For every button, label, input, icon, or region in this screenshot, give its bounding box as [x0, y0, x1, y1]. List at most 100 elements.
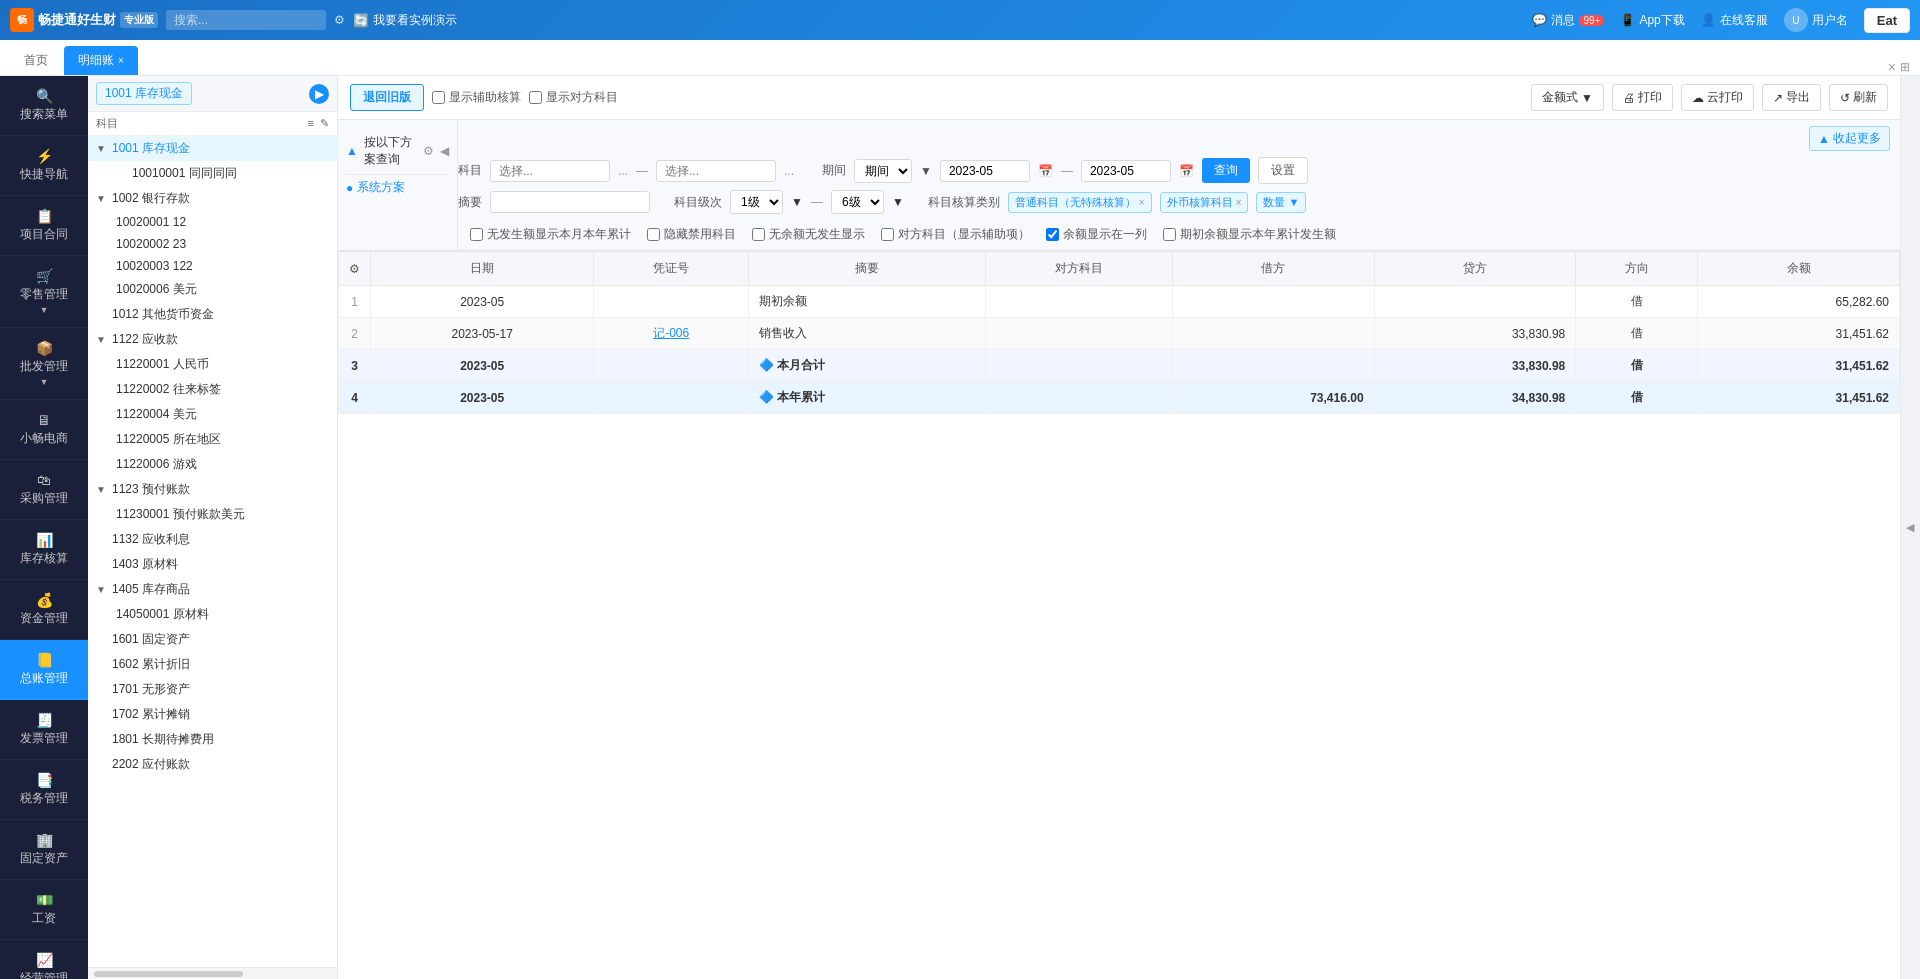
- initial-balance-checkbox-label[interactable]: 期初余额显示本年累计发生额: [1163, 226, 1336, 243]
- no-occur-checkbox[interactable]: [470, 228, 483, 241]
- sidebar-item-ecommerce[interactable]: 🖥 小畅电商: [0, 400, 88, 460]
- tree-node-11220001[interactable]: 11220001 人民币: [88, 352, 337, 377]
- tree-node-1405[interactable]: ▼ 1405 库存商品: [88, 577, 337, 602]
- sidebar-item-project[interactable]: 📋 项目合同: [0, 196, 88, 256]
- eat-button[interactable]: Eat: [1864, 8, 1910, 33]
- settings-icon[interactable]: ⚙: [334, 13, 345, 27]
- no-balance-checkbox[interactable]: [752, 228, 765, 241]
- top-search-input[interactable]: [166, 10, 326, 30]
- set-btn[interactable]: 设置: [1258, 157, 1308, 184]
- message-btn[interactable]: 💬 消息 99+: [1532, 12, 1604, 29]
- col-gear[interactable]: ⚙: [339, 252, 371, 286]
- tab-close-icon[interactable]: ×: [118, 55, 124, 66]
- print-btn[interactable]: 🖨 打印: [1612, 84, 1673, 111]
- tree-node-1012[interactable]: 1012 其他货币资金: [88, 302, 337, 327]
- window-expand-btn[interactable]: ⊞: [1900, 60, 1910, 74]
- foreign-tag-close-icon[interactable]: ×: [1236, 197, 1242, 208]
- tree-node-14050001[interactable]: 14050001 原材料: [88, 602, 337, 627]
- tree-node-10020002[interactable]: 10020002 23: [88, 233, 337, 255]
- sidebar-item-search[interactable]: 🔍 搜索菜单: [0, 76, 88, 136]
- tab-home[interactable]: 首页: [10, 46, 62, 75]
- sidebar-item-purchase[interactable]: 🛍 采购管理: [0, 460, 88, 520]
- sidebar-item-quick-nav[interactable]: ⚡ 快捷导航: [0, 136, 88, 196]
- tree-node-10020001[interactable]: 10020001 12: [88, 211, 337, 233]
- currency-btn[interactable]: 金额式 ▼: [1531, 84, 1604, 111]
- foreign-tag[interactable]: 外币核算科目 ×: [1160, 192, 1249, 213]
- tree-node-1403[interactable]: 1403 原材料: [88, 552, 337, 577]
- tree-node-1702[interactable]: 1702 累计摊销: [88, 702, 337, 727]
- tree-list-icon[interactable]: ≡: [308, 117, 314, 130]
- calendar-end-icon[interactable]: 📅: [1179, 164, 1194, 178]
- filter-left-arrow[interactable]: ◀: [440, 144, 449, 158]
- no-balance-checkbox-label[interactable]: 无余额无发生显示: [752, 226, 865, 243]
- sidebar-item-wholesale[interactable]: 📦 批发管理 ▼: [0, 328, 88, 400]
- tab-ledger[interactable]: 明细账 ×: [64, 46, 138, 75]
- tree-node-11220002[interactable]: 11220002 往来标签: [88, 377, 337, 402]
- sidebar-item-finance[interactable]: 💰 资金管理: [0, 580, 88, 640]
- tree-node-1123[interactable]: ▼ 1123 预付账款: [88, 477, 337, 502]
- demo-link[interactable]: 🔄 我要看实例演示: [353, 12, 457, 29]
- tree-node-10020003[interactable]: 10020003 122: [88, 255, 337, 277]
- subject-filter-input2[interactable]: [656, 160, 776, 182]
- app-download-btn[interactable]: 📱 App下载: [1620, 12, 1684, 29]
- sidebar-item-retail[interactable]: 🛒 零售管理 ▼: [0, 256, 88, 328]
- export-btn[interactable]: ↗ 导出: [1762, 84, 1821, 111]
- tree-selected-label[interactable]: 1001 库存现金: [96, 82, 192, 105]
- balance-in-one-checkbox-label[interactable]: 余额显示在一列: [1046, 226, 1147, 243]
- calendar-start-icon[interactable]: 📅: [1038, 164, 1053, 178]
- subject-tag-close-icon[interactable]: ×: [1139, 197, 1145, 208]
- user-area[interactable]: U 用户名: [1784, 8, 1848, 32]
- subject-check-tag[interactable]: 普通科目（无特殊核算） ×: [1008, 192, 1152, 213]
- opposite-subject-checkbox[interactable]: [881, 228, 894, 241]
- online-service-btn[interactable]: 👤 在线客服: [1701, 12, 1768, 29]
- period-end-input[interactable]: [1081, 160, 1171, 182]
- sidebar-item-invoice[interactable]: 🧾 发票管理: [0, 700, 88, 760]
- tree-node-1132[interactable]: 1132 应收利息: [88, 527, 337, 552]
- tree-node-11220006[interactable]: 11220006 游戏: [88, 452, 337, 477]
- initial-balance-checkbox[interactable]: [1163, 228, 1176, 241]
- subject-level-end-select[interactable]: 6级: [831, 190, 884, 214]
- period-start-input[interactable]: [940, 160, 1030, 182]
- tree-node-1122[interactable]: ▼ 1122 应收款: [88, 327, 337, 352]
- subject-filter-input[interactable]: [490, 160, 610, 182]
- balance-in-one-checkbox[interactable]: [1046, 228, 1059, 241]
- right-collapse-panel[interactable]: ◀: [1900, 76, 1920, 979]
- tree-node-1601[interactable]: 1601 固定资产: [88, 627, 337, 652]
- return-old-btn[interactable]: 退回旧版: [350, 84, 424, 111]
- row-2-voucher[interactable]: 记-006: [594, 318, 749, 350]
- window-close-btn[interactable]: ×: [1888, 59, 1896, 75]
- tree-node-10010001[interactable]: 10010001 同同同同: [88, 161, 337, 186]
- quantity-tag[interactable]: 数量 ▼: [1256, 192, 1306, 213]
- hide-disable-checkbox-label[interactable]: 隐藏禁用科目: [647, 226, 736, 243]
- sidebar-item-inventory[interactable]: 📊 库存核算: [0, 520, 88, 580]
- sidebar-item-salary[interactable]: 💵 工资: [0, 880, 88, 940]
- tree-node-11230001[interactable]: 11230001 预付账款美元: [88, 502, 337, 527]
- tree-edit-icon[interactable]: ✎: [320, 117, 329, 130]
- tree-navigate-btn[interactable]: ▶: [309, 84, 329, 104]
- show-aux-check-label[interactable]: 显示辅助核算: [432, 89, 521, 106]
- subject-level-start-select[interactable]: 1级: [730, 190, 783, 214]
- sidebar-item-ledger[interactable]: 📒 总账管理: [0, 640, 88, 700]
- show-opposite-check-label[interactable]: 显示对方科目: [529, 89, 618, 106]
- tree-node-1801[interactable]: 1801 长期待摊费用: [88, 727, 337, 752]
- query-btn[interactable]: 查询: [1202, 158, 1250, 183]
- system-scheme-btn[interactable]: ● 系统方案: [346, 175, 449, 200]
- period-type-select[interactable]: 期间: [854, 159, 912, 183]
- collapse-more-btn[interactable]: ▲ 收起更多: [1809, 126, 1890, 151]
- tree-node-2202[interactable]: 2202 应付账款: [88, 752, 337, 777]
- hide-disable-checkbox[interactable]: [647, 228, 660, 241]
- sidebar-item-operations[interactable]: 📈 经营管理: [0, 940, 88, 979]
- settings-filter-icon[interactable]: ⚙: [423, 144, 434, 158]
- no-occur-checkbox-label[interactable]: 无发生额显示本月本年累计: [470, 226, 631, 243]
- show-opposite-checkbox[interactable]: [529, 91, 542, 104]
- tree-node-1002[interactable]: ▼ 1002 银行存款: [88, 186, 337, 211]
- sidebar-item-assets[interactable]: 🏢 固定资产: [0, 820, 88, 880]
- tree-node-11220004[interactable]: 11220004 美元: [88, 402, 337, 427]
- tree-node-10020006[interactable]: 10020006 美元: [88, 277, 337, 302]
- show-aux-checkbox[interactable]: [432, 91, 445, 104]
- summary-input[interactable]: [490, 191, 650, 213]
- sidebar-item-tax[interactable]: 📑 税务管理: [0, 760, 88, 820]
- tree-node-1602[interactable]: 1602 累计折旧: [88, 652, 337, 677]
- collapse-icon[interactable]: ▲: [346, 144, 358, 158]
- refresh-btn[interactable]: ↺ 刷新: [1829, 84, 1888, 111]
